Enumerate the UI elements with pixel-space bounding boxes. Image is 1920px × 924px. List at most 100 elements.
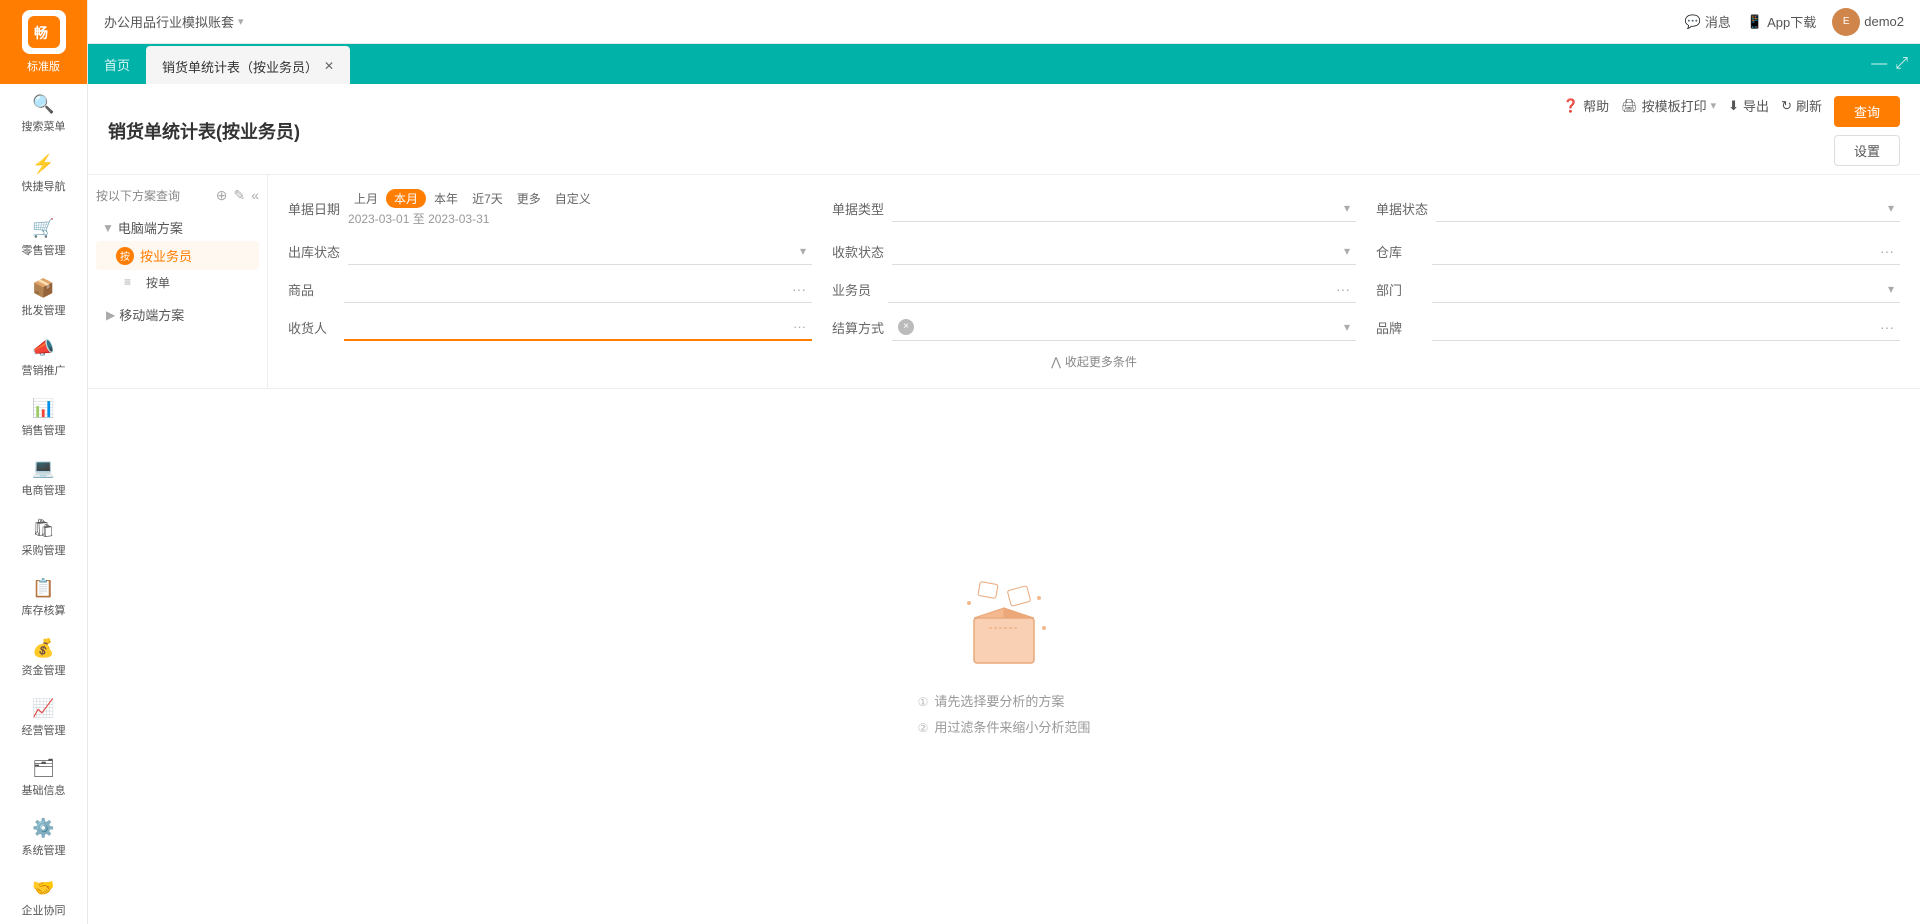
doc-type-control[interactable]: ▾ [892,194,1356,222]
mobile-group[interactable]: ▶ 移动端方案 [96,301,259,328]
settle-method-label: 结算方式 [832,318,884,337]
empty-hint-1: ① 请先选择要分析的方案 [918,689,1091,715]
date-tab-thisyear[interactable]: 本年 [428,189,464,208]
date-tab-lastmonth[interactable]: 上月 [348,189,384,208]
sidebar-item-wholesale[interactable]: 📦 批发管理 [0,268,87,328]
tab-maximize-icon[interactable]: ⤢ [1895,55,1908,73]
filter-date: 单据日期 上月 本月 本年 近7天 更多 自定义 20 [288,189,812,227]
user-name: demo2 [1864,14,1904,29]
collect-status-label: 收款状态 [832,242,884,261]
filter-brand: 品牌 ··· [1376,313,1900,341]
business-icon: 📈 [32,698,54,719]
scheme-section-mobile: ▶ 移动端方案 [96,301,259,328]
message-btn[interactable]: 💬 消息 [1685,12,1731,31]
tab-minimize-icon[interactable]: — [1871,55,1887,73]
filter-product: 商品 ··· [288,275,812,303]
content: 销货单统计表(按业务员) ❓ 帮助 🖨 按模板打印 ▾ ⬇ 导出 [88,84,1920,924]
basics-icon: 🗂 [32,758,55,779]
sidebar-item-retail[interactable]: 🛒 零售管理 [0,208,87,268]
pc-group-label: 电脑端方案 [118,218,183,237]
app-subtitle: 标准版 [27,58,60,74]
sidebar-item-quick-nav[interactable]: ⚡ 快捷导航 [0,144,87,204]
account-dropdown[interactable]: 办公用品行业模拟账套 ▾ [104,12,244,31]
message-icon: 💬 [1685,14,1701,30]
settle-method-control[interactable]: × ▾ [892,313,1356,341]
product-label: 商品 [288,280,336,299]
recipient-control[interactable]: ··· [344,313,812,341]
purchase-icon: 🛍 [32,518,55,539]
sidebar-item-basics[interactable]: 🗂 基础信息 [0,748,87,808]
sidebar-item-inventory[interactable]: 📋 库存核算 [0,568,87,628]
sidebar-item-finance[interactable]: 💰 资金管理 [0,628,87,688]
collapse-bar[interactable]: ⋀ 收起更多条件 [288,345,1900,378]
doc-type-chevron-icon: ▾ [1344,201,1350,215]
doc-type-label: 单据类型 [832,199,884,218]
download-icon: 📱 [1747,14,1763,30]
sales-icon: 📊 [32,398,54,419]
date-tabs: 上月 本月 本年 近7天 更多 自定义 [348,189,812,208]
sidebar: 畅 标准版 🔍 搜索菜单 ⚡ 快捷导航 🛒 零售管理 📦 批发管理 📣 营销推广… [0,0,88,924]
settle-method-clear-btn[interactable]: × [898,319,914,335]
warehouse-label: 仓库 [1376,242,1424,261]
svg-text:畅: 畅 [34,25,48,41]
warehouse-control[interactable]: ··· [1432,237,1900,265]
app-logo: 畅 标准版 [0,0,87,84]
doc-status-control[interactable]: ▾ [1436,194,1900,222]
query-button[interactable]: 查询 [1834,96,1900,127]
sidebar-item-purchase[interactable]: 🛍 采购管理 [0,508,87,568]
sidebar-item-business[interactable]: 📈 经营管理 [0,688,87,748]
retail-icon: 🛒 [32,218,54,239]
salesperson-label: 业务员 [832,280,880,299]
tab-close-icon[interactable]: ✕ [324,59,334,73]
sidebar-item-enterprise[interactable]: 🤝 企业协同 [0,868,87,924]
sidebar-item-marketing[interactable]: 📣 营销推广 [0,328,87,388]
settings-button[interactable]: 设置 [1834,135,1900,166]
add-scheme-icon[interactable]: ⊕ [216,187,228,204]
filter-out-status: 出库状态 ▾ [288,237,812,265]
refresh-btn[interactable]: ↻ 刷新 [1781,96,1822,115]
sidebar-item-search[interactable]: 🔍 搜索菜单 [0,84,87,144]
edit-scheme-icon[interactable]: ✎ [233,187,245,204]
sidebar-item-sales[interactable]: 📊 销售管理 [0,388,87,448]
tab-sales-stat[interactable]: 销货单统计表（按业务员） ✕ [146,46,350,86]
help-icon: ❓ [1563,98,1579,114]
help-btn[interactable]: ❓ 帮助 [1563,96,1609,115]
export-btn[interactable]: ⬇ 导出 [1728,96,1769,115]
app-download-btn[interactable]: 📱 App下载 [1747,12,1816,31]
date-label: 单据日期 [288,199,340,218]
date-tab-7days[interactable]: 近7天 [466,189,509,208]
tabbar-actions: — ⤢ [1871,55,1920,73]
finance-icon: 💰 [32,638,54,659]
out-status-label: 出库状态 [288,242,340,261]
tab-home[interactable]: 首页 [88,44,146,84]
page-header: 销货单统计表(按业务员) ❓ 帮助 🖨 按模板打印 ▾ ⬇ 导出 [88,84,1920,175]
filter-recipient: 收货人 ··· [288,313,812,341]
sidebar-item-system[interactable]: ⚙️ 系统管理 [0,808,87,868]
enterprise-icon: 🤝 [32,878,54,899]
scheme-group-pc[interactable]: ▼ 电脑端方案 [96,214,259,241]
scheme-item-salesperson[interactable]: 按 按业务员 [96,241,259,270]
salesperson-control[interactable]: ··· [888,275,1356,303]
print-btn[interactable]: 🖨 按模板打印 ▾ [1621,96,1716,115]
date-tab-more[interactable]: 更多 [511,189,547,208]
sub-scheme-item-order[interactable]: ≡ 按单 [96,270,259,295]
sidebar-item-ecommerce[interactable]: 💻 电商管理 [0,448,87,508]
user-menu[interactable]: E demo2 [1832,8,1904,36]
out-status-control[interactable]: ▾ [348,237,812,265]
empty-text: ① 请先选择要分析的方案 ② 用过滤条件来缩小分析范围 [918,689,1091,741]
collect-status-control[interactable]: ▾ [892,237,1356,265]
inventory-icon: 📋 [32,578,54,599]
collapse-label: 收起更多条件 [1065,353,1137,370]
date-tab-thismonth[interactable]: 本月 [386,189,426,208]
topbar-right: 💬 消息 📱 App下载 E demo2 [1685,8,1904,36]
date-tab-custom[interactable]: 自定义 [549,189,597,208]
recipient-label: 收货人 [288,318,336,337]
collapse-panel-icon[interactable]: « [251,187,259,204]
right-filter-panel: 单据日期 上月 本月 本年 近7天 更多 自定义 20 [268,175,1920,388]
product-control[interactable]: ··· [344,275,812,303]
filter-area: 按以下方案查询 ⊕ ✎ « ▼ 电脑端方案 按 [88,175,1920,389]
dept-control[interactable]: ▾ [1432,275,1900,303]
warehouse-more-icon: ··· [1880,243,1894,259]
dept-chevron-icon: ▾ [1888,282,1894,296]
brand-control[interactable]: ··· [1432,313,1900,341]
